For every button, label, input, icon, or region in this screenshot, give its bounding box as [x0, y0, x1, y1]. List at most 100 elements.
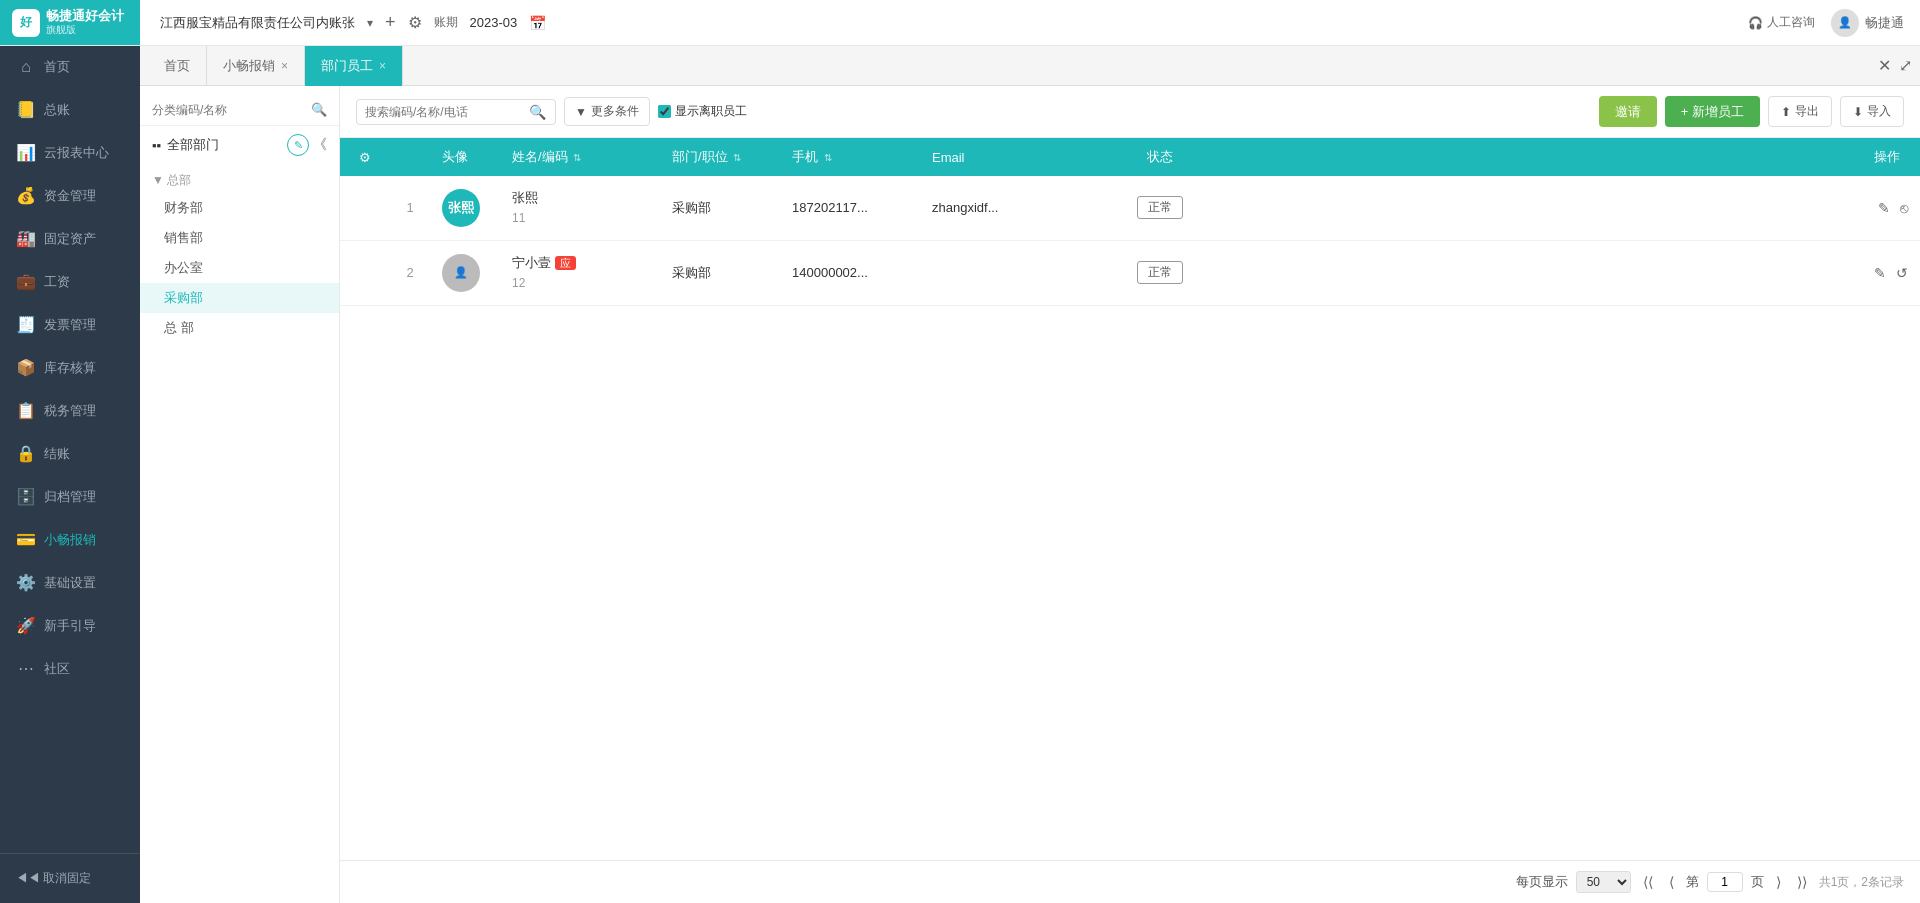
sidebar-label-reports: 云报表中心 — [44, 144, 109, 162]
all-dept-button[interactable]: ▪▪ 全部部门 — [152, 136, 219, 154]
col-phone[interactable]: 手机 ⇅ — [780, 138, 920, 176]
dept-item-finance[interactable]: 财务部 — [140, 193, 339, 223]
add-company-button[interactable]: + — [385, 12, 396, 33]
sidebar-item-guide[interactable]: 🚀 新手引导 — [0, 604, 140, 647]
employee-table-container: ⚙ 头像 姓名/编码 ⇅ 部门/职位 ⇅ 手机 ⇅ — [340, 138, 1920, 860]
unpin-label: ◀◀ 取消固定 — [16, 870, 91, 887]
dept-office-label: 办公室 — [164, 260, 203, 275]
next-page-button[interactable]: ⟩ — [1772, 872, 1785, 892]
status-badge-2: 正常 — [1137, 261, 1183, 284]
add-employee-button[interactable]: + 新增员工 — [1665, 96, 1760, 127]
sidebar-item-settings[interactable]: ⚙️ 基础设置 — [0, 561, 140, 604]
sidebar-item-expense[interactable]: 💳 小畅报销 — [0, 518, 140, 561]
col-name[interactable]: 姓名/编码 ⇅ — [500, 138, 660, 176]
phone-sort-icon: ⇅ — [824, 152, 832, 163]
sidebar-label-closing: 结账 — [44, 445, 70, 463]
sidebar-item-capital[interactable]: 💰 资金管理 — [0, 174, 140, 217]
first-page-button[interactable]: ⟨⟨ — [1639, 872, 1657, 892]
reports-icon: 📊 — [16, 143, 36, 162]
sidebar-label-ledger: 总账 — [44, 101, 70, 119]
employee-search-input[interactable] — [365, 105, 525, 119]
header-right: 🎧 人工咨询 👤 畅捷通 — [1748, 9, 1904, 37]
tab-expand-button[interactable]: ⤢ — [1899, 56, 1912, 75]
sidebar-item-archive[interactable]: 🗄️ 归档管理 — [0, 475, 140, 518]
import-label: 导入 — [1867, 103, 1891, 120]
avatar-1: 张熙 — [430, 176, 500, 240]
assets-icon: 🏭 — [16, 229, 36, 248]
logo-text-area: 畅捷通好会计 旗舰版 — [46, 8, 124, 38]
tab-dept-employee-close[interactable]: × — [379, 59, 386, 73]
logo-title: 畅捷通好会计 — [46, 8, 124, 24]
tab-close-all-button[interactable]: ✕ — [1878, 56, 1891, 75]
collapse-icon: ▼ — [152, 173, 164, 187]
edit-icon-1[interactable]: ✎ — [1878, 200, 1890, 216]
sidebar-label-home: 首页 — [44, 58, 70, 76]
table-row: 2👤宁小壹应12采购部140000002...正常✎↺ — [340, 240, 1920, 305]
tab-expense-report[interactable]: 小畅报销 × — [207, 46, 305, 86]
tab-expense-report-close[interactable]: × — [281, 59, 288, 73]
dept-collapse-button[interactable]: 《 — [313, 134, 327, 156]
avatar-circle-1: 张熙 — [442, 189, 480, 227]
edit-icon-2[interactable]: ✎ — [1874, 265, 1886, 281]
avatar-2: 👤 — [430, 240, 500, 305]
employee-search-box: 🔍 — [356, 99, 556, 125]
col-settings[interactable]: ⚙ — [340, 138, 390, 176]
dept-item-headquarters[interactable]: 总 部 — [140, 313, 339, 343]
sidebar-item-tax[interactable]: 📋 税务管理 — [0, 389, 140, 432]
employee-table: ⚙ 头像 姓名/编码 ⇅ 部门/职位 ⇅ 手机 ⇅ — [340, 138, 1920, 306]
logout-icon-1[interactable]: ⎋ — [1900, 200, 1908, 216]
header-settings-button[interactable]: ⚙ — [408, 13, 422, 32]
unpin-button[interactable]: ◀◀ 取消固定 — [0, 862, 140, 895]
calendar-button[interactable]: 📅 — [529, 15, 546, 31]
dept-item-office[interactable]: 办公室 — [140, 253, 339, 283]
per-page-select[interactable]: 50 10 20 100 — [1576, 871, 1631, 893]
sidebar-item-ledger[interactable]: 📒 总账 — [0, 88, 140, 131]
col-dept[interactable]: 部门/职位 ⇅ — [660, 138, 780, 176]
tab-dept-employee[interactable]: 部门员工 × — [305, 46, 403, 86]
tab-home[interactable]: 首页 — [148, 46, 207, 86]
sidebar-item-inventory[interactable]: 📦 库存核算 — [0, 346, 140, 389]
dept-edit-button[interactable]: ✎ — [287, 134, 309, 156]
archive-icon: 🗄️ — [16, 487, 36, 506]
search-icon[interactable]: 🔍 — [529, 104, 546, 120]
sidebar-item-invoice[interactable]: 🧾 发票管理 — [0, 303, 140, 346]
sidebar-item-assets[interactable]: 🏭 固定资产 — [0, 217, 140, 260]
sidebar-label-assets: 固定资产 — [44, 230, 96, 248]
sidebar-item-salary[interactable]: 💼 工资 — [0, 260, 140, 303]
delete-icon-2[interactable]: ↺ — [1896, 265, 1908, 281]
sidebar-label-more: 社区 — [44, 660, 70, 678]
sidebar-item-reports[interactable]: 📊 云报表中心 — [0, 131, 140, 174]
row-num-1: 1 — [390, 176, 430, 240]
sidebar-item-more[interactable]: ⋯ 社区 — [0, 647, 140, 690]
closing-icon: 🔒 — [16, 444, 36, 463]
show-resigned-checkbox[interactable] — [658, 105, 671, 118]
show-resigned-label[interactable]: 显示离职员工 — [658, 103, 747, 120]
last-page-button[interactable]: ⟩⟩ — [1793, 872, 1811, 892]
dept-search-icon[interactable]: 🔍 — [311, 102, 327, 117]
dept-item-sales[interactable]: 销售部 — [140, 223, 339, 253]
company-dropdown-button[interactable]: ▾ — [367, 16, 373, 30]
import-button[interactable]: ⬇ 导入 — [1840, 96, 1904, 127]
emp-email-1: zhangxidf... — [920, 176, 1100, 240]
dept-list: ▼ 总部 财务部 销售部 办公室 采购部 — [140, 164, 339, 347]
more-filter-button[interactable]: ▼ 更多条件 — [564, 97, 650, 126]
col-avatar: 头像 — [430, 138, 500, 176]
invite-button[interactable]: 邀请 — [1599, 96, 1657, 127]
sidebar-item-closing[interactable]: 🔒 结账 — [0, 432, 140, 475]
table-row: 1张熙张熙11采购部187202117...zhangxidf...正常✎⎋ — [340, 176, 1920, 240]
emp-status-2: 正常 — [1100, 240, 1220, 305]
page-content: 🔍 ▪▪ 全部部门 ✎ 《 ▼ 总部 — [140, 86, 1920, 903]
export-button[interactable]: ⬆ 导出 — [1768, 96, 1832, 127]
company-name: 江西服宝精品有限责任公司内账张 — [160, 14, 355, 32]
row-num-2: 2 — [390, 240, 430, 305]
page-input[interactable] — [1707, 872, 1743, 892]
dept-search-input[interactable] — [152, 103, 305, 117]
prev-page-button[interactable]: ⟨ — [1665, 872, 1678, 892]
all-dept-grid-icon: ▪▪ — [152, 138, 161, 153]
service-button[interactable]: 🎧 人工咨询 — [1748, 14, 1815, 31]
employee-list: 🔍 ▼ 更多条件 显示离职员工 邀请 + 新增员工 ⬆ — [340, 86, 1920, 903]
status-badge-1: 正常 — [1137, 196, 1183, 219]
sidebar-item-home[interactable]: ⌂ 首页 — [0, 46, 140, 88]
dept-item-purchase[interactable]: 采购部 — [140, 283, 339, 313]
sidebar-label-archive: 归档管理 — [44, 488, 96, 506]
